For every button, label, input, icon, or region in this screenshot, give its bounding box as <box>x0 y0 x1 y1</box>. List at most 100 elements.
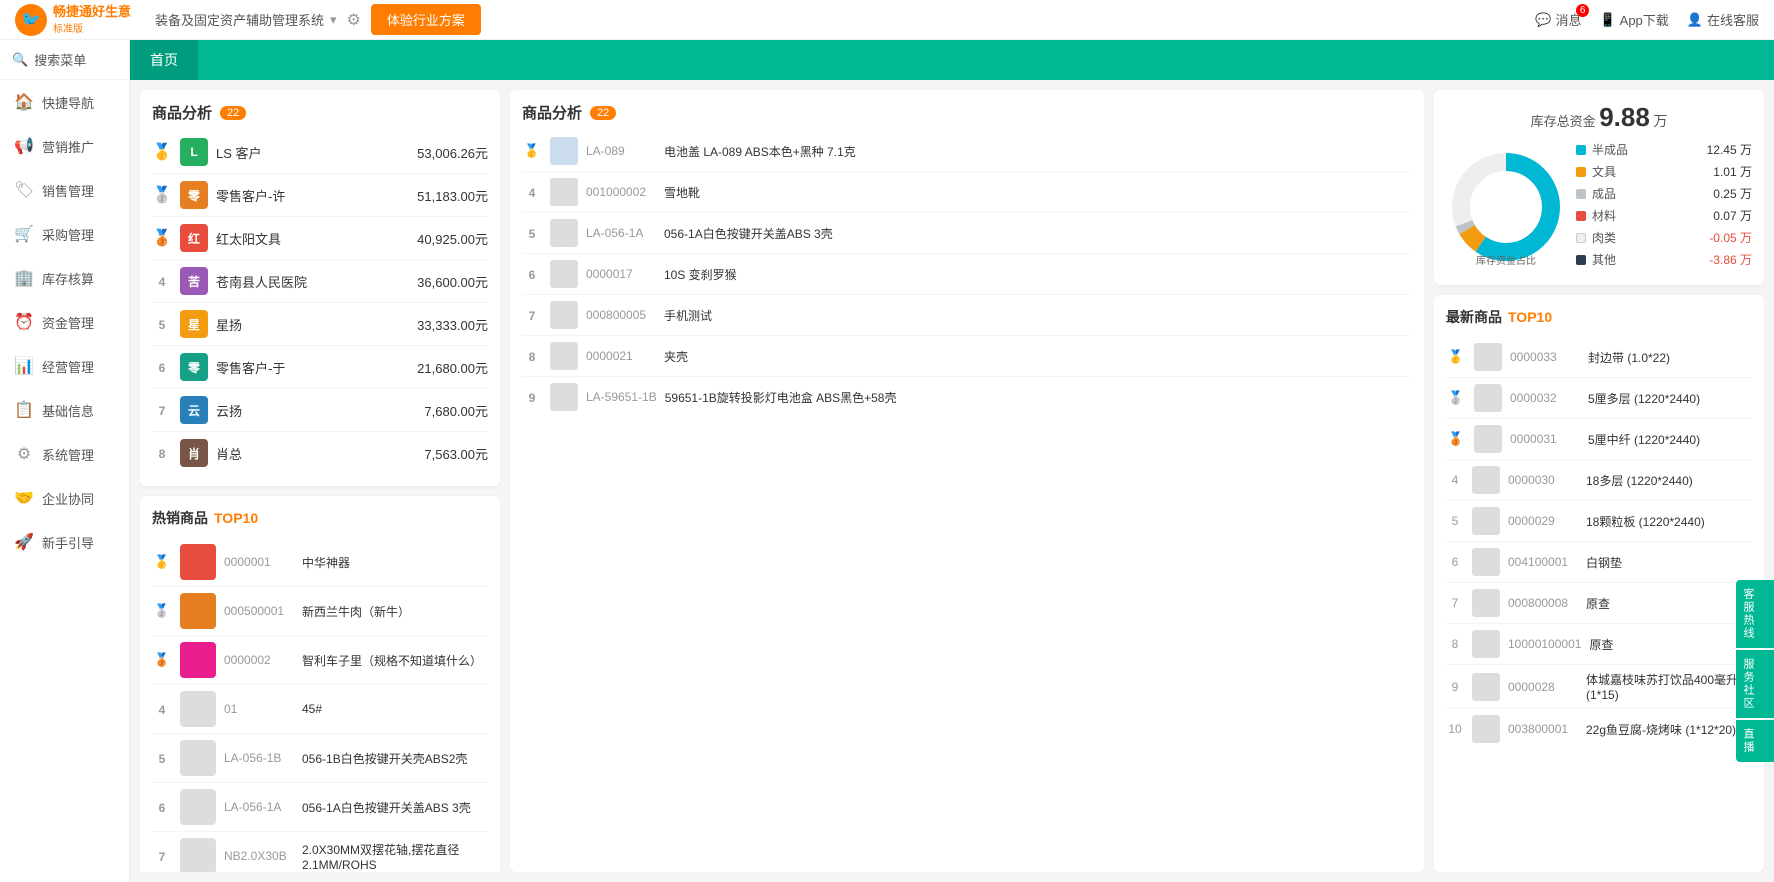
sidebar-item-finance[interactable]: ⏰ 资金管理 <box>0 300 129 344</box>
sidebar-item-system[interactable]: ⚙ 系统管理 <box>0 432 129 476</box>
product-image-placeholder <box>180 740 216 776</box>
tab-home[interactable]: 首页 <box>130 40 198 80</box>
product-image-placeholder <box>1472 466 1500 494</box>
product-image-placeholder <box>550 383 578 411</box>
rank-number: 6 <box>522 267 542 282</box>
product-name: 夹壳 <box>664 348 1412 365</box>
legend-name: 其他 <box>1592 251 1703 268</box>
message-btn[interactable]: 💬 消息 6 <box>1535 10 1581 29</box>
product-code: 0000002 <box>224 653 294 667</box>
product-name: 5厘中纤 (1220*2440) <box>1588 431 1752 448</box>
product-name: 原查 <box>1589 636 1752 653</box>
legend-name: 成品 <box>1592 185 1707 202</box>
sidebar-item-quick-nav[interactable]: 🏠 快捷导航 <box>0 80 129 124</box>
sidebar-label: 企业协同 <box>42 489 94 508</box>
legend-name: 材料 <box>1592 207 1707 224</box>
trial-btn[interactable]: 体验行业方案 <box>371 4 481 35</box>
customer-rank-item: 🥇 L LS 客户 53,006.26元 <box>152 131 488 174</box>
product-analysis-title: 商品分析 <box>522 102 582 123</box>
float-btn-community[interactable]: 服务社区 <box>1736 650 1774 718</box>
rank-number: 7 <box>152 403 172 418</box>
rank-number: 8 <box>1446 637 1464 651</box>
product-code: 001000002 <box>586 185 656 199</box>
customer-name: LS 客户 <box>216 143 409 162</box>
sidebar-label: 基础信息 <box>42 401 94 420</box>
system-selector[interactable]: 装备及固定资产辅助管理系统 ▾ <box>155 10 337 29</box>
avatar: 肖 <box>180 439 208 467</box>
product-name: 封边带 (1.0*22) <box>1588 349 1752 366</box>
operation-icon: 📊 <box>14 356 34 376</box>
medal-gold-icon: 🥇 <box>522 143 542 159</box>
sidebar-item-marketing[interactable]: 📢 营销推广 <box>0 124 129 168</box>
legend-color <box>1576 167 1586 177</box>
product-image-placeholder <box>180 691 216 727</box>
sidebar-item-cooperation[interactable]: 🤝 企业协同 <box>0 476 129 520</box>
new-prod-item: 9 0000028 体城嘉枝味苏打饮品400毫升 (1*15) <box>1446 665 1752 709</box>
float-buttons: 客服热线 服务社区 直播 <box>1736 580 1774 762</box>
legend-item: 半成品 12.45 万 <box>1576 141 1752 158</box>
inventory-card: 库存总资金 9.88 万 <box>1434 90 1764 285</box>
top10-badge: TOP10 <box>214 510 258 526</box>
avatar: 苦 <box>180 267 208 295</box>
product-name: 手机测试 <box>664 307 1412 324</box>
rank-number: 7 <box>1446 596 1464 610</box>
customer-rank-item: 8 肖 肖总 7,563.00元 <box>152 432 488 474</box>
sidebar-item-basic[interactable]: 📋 基础信息 <box>0 388 129 432</box>
product-image-placeholder <box>550 178 578 206</box>
service-btn[interactable]: 👤 在线客服 <box>1687 10 1759 29</box>
finance-icon: ⏰ <box>14 312 34 332</box>
dropdown-arrow-icon: ▾ <box>330 12 337 28</box>
legend-value: 12.45 万 <box>1707 141 1752 158</box>
hot-products-label: 热销商品 <box>152 508 208 528</box>
legend-value: 1.01 万 <box>1713 163 1752 180</box>
inventory-chart-area: 库存资金占比 半成品 12.45 万 文具 1.01 万 <box>1446 141 1752 273</box>
home-icon: 🏠 <box>14 92 34 112</box>
app-download-btn[interactable]: 📱 App下载 <box>1599 10 1668 29</box>
product-name: 59651-1B旋转投影灯电池盒 ABS黑色+58壳 <box>665 389 1412 406</box>
page-body: 商品分析 22 🥇 L LS 客户 53,006.26元 🥈 零 零售客户-许 <box>130 80 1774 882</box>
app-label: App下载 <box>1620 10 1669 29</box>
new-prod-item: 7 000800008 原查 <box>1446 583 1752 624</box>
prod-analysis-item: 7 000800005 手机测试 <box>522 295 1412 336</box>
legend-color <box>1576 211 1586 221</box>
product-code: LA-59651-1B <box>586 390 657 404</box>
rank-number: 7 <box>152 849 172 864</box>
sidebar-label: 销售管理 <box>42 181 94 200</box>
product-image-placeholder <box>1474 425 1502 453</box>
float-btn-service[interactable]: 客服热线 <box>1736 580 1774 648</box>
purchase-icon: 🛒 <box>14 224 34 244</box>
search-label: 搜索菜单 <box>34 50 86 69</box>
product-code: LA-056-1A <box>586 226 656 240</box>
sidebar-item-inventory[interactable]: 🏢 库存核算 <box>0 256 129 300</box>
product-code: 10000100001 <box>1508 637 1581 651</box>
product-name: 原查 <box>1586 595 1752 612</box>
product-image-placeholder <box>550 219 578 247</box>
float-btn-live[interactable]: 直播 <box>1736 720 1774 762</box>
medal-gold-icon: 🥇 <box>152 554 172 570</box>
product-code: 01 <box>224 702 294 716</box>
product-image-placeholder <box>550 260 578 288</box>
rank-number: 10 <box>1446 722 1464 736</box>
legend-item: 材料 0.07 万 <box>1576 207 1752 224</box>
customer-value: 51,183.00元 <box>417 186 488 205</box>
new-prod-item: 🥉 0000031 5厘中纤 (1220*2440) <box>1446 419 1752 460</box>
sidebar-item-guide[interactable]: 🚀 新手引导 <box>0 520 129 564</box>
new-prod-item: 🥈 0000032 5厘多层 (1220*2440) <box>1446 378 1752 419</box>
right-panel: 库存总资金 9.88 万 <box>1434 90 1764 872</box>
hot-products-card: 热销商品 TOP10 🥇 0000001 中华神器 🥈 000500001 新西… <box>140 496 500 872</box>
rank-number: 4 <box>152 274 172 289</box>
gear-icon[interactable]: ⚙ <box>347 10 361 30</box>
sidebar-item-sales[interactable]: 🏷 销售管理 <box>0 168 129 212</box>
sidebar-label: 库存核算 <box>42 269 94 288</box>
product-analysis-badge: 22 <box>590 106 616 120</box>
product-code: LA-056-1A <box>224 800 294 814</box>
sidebar-item-operation[interactable]: 📊 经营管理 <box>0 344 129 388</box>
product-name: 10S 变刹罗猴 <box>664 266 1412 283</box>
sidebar-label: 资金管理 <box>42 313 94 332</box>
donut-chart: 库存资金占比 <box>1446 147 1566 267</box>
customer-name: 肖总 <box>216 444 416 463</box>
inventory-title: 库存总资金 <box>1531 114 1596 129</box>
product-code: 0000021 <box>586 349 656 363</box>
sidebar-item-purchase[interactable]: 🛒 采购管理 <box>0 212 129 256</box>
search-menu-btn[interactable]: 🔍 搜索菜单 <box>0 40 129 80</box>
